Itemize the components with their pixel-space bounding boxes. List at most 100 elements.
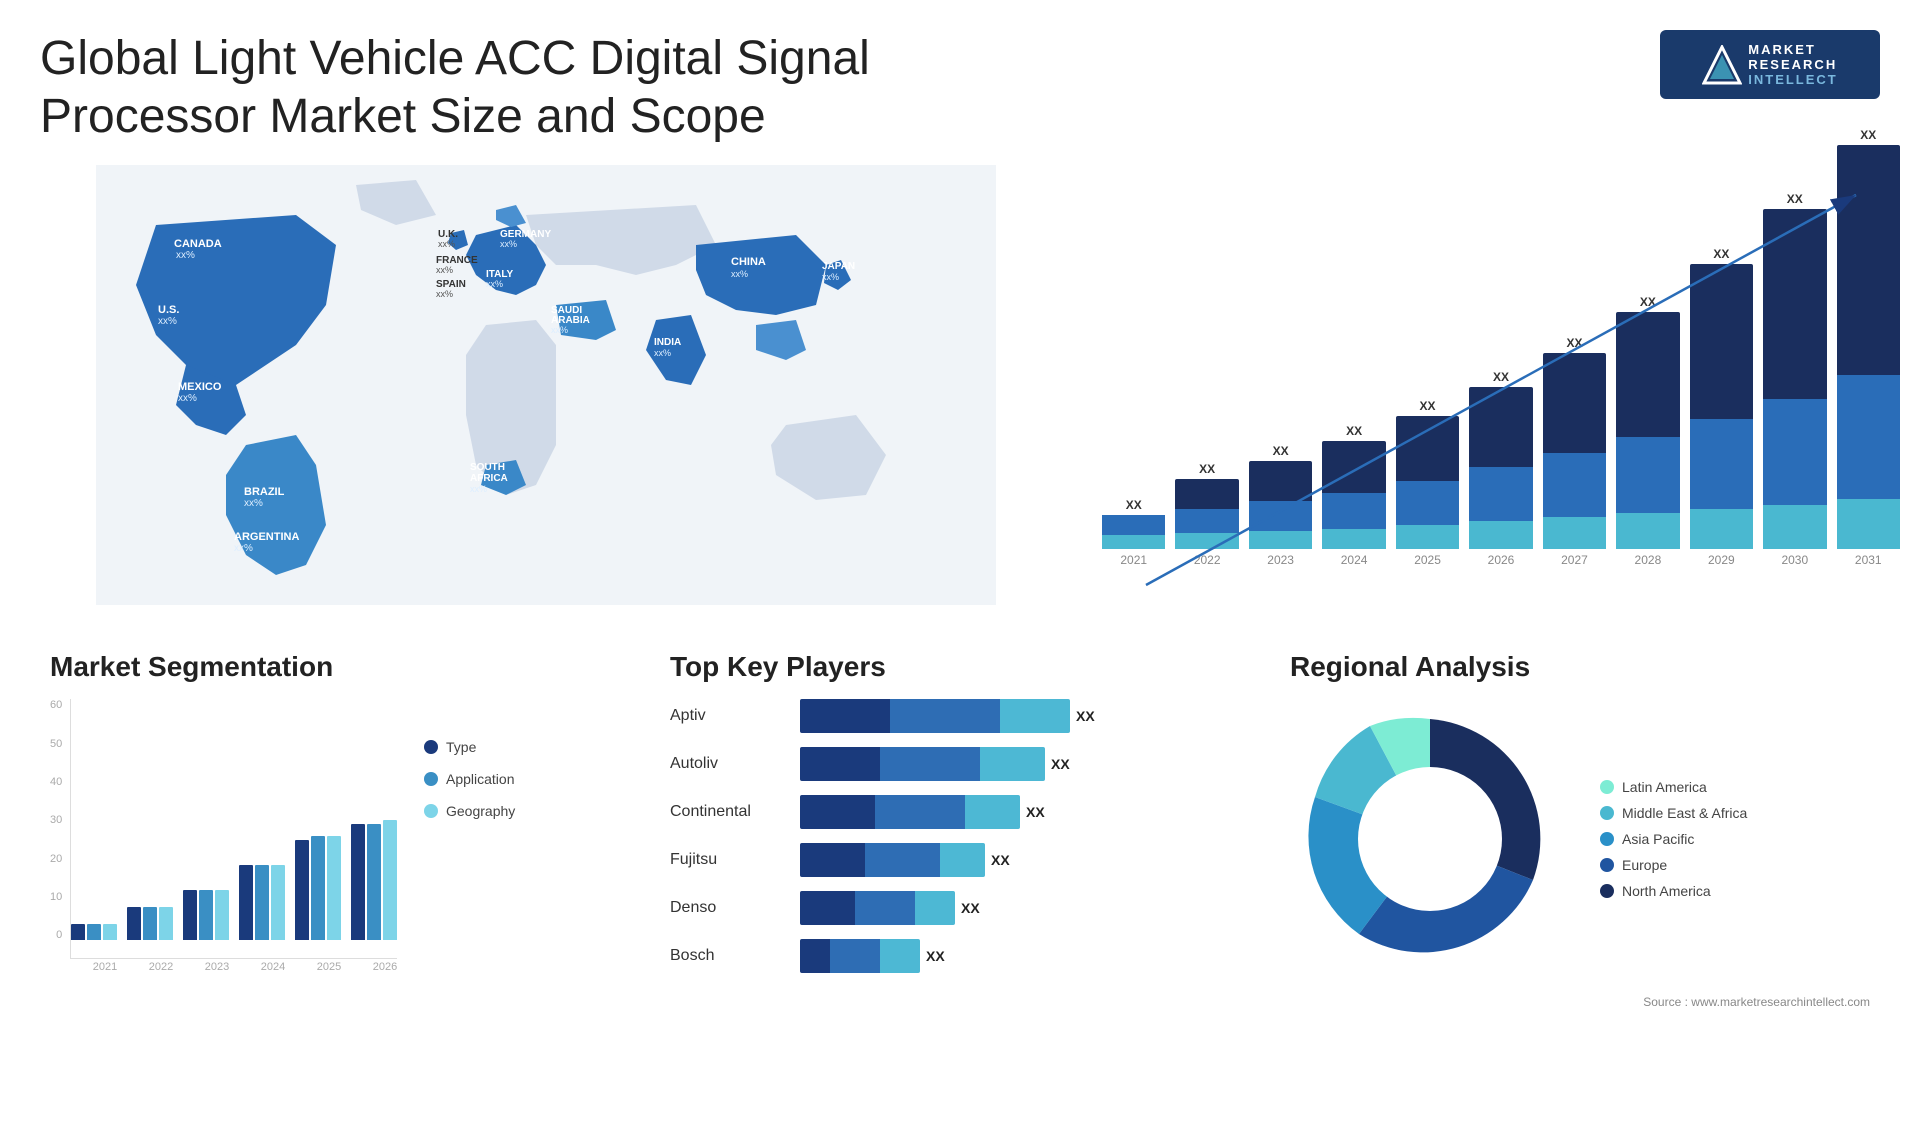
legend-geo-label: Geography bbox=[446, 803, 515, 819]
label-asia-pacific: Asia Pacific bbox=[1622, 831, 1694, 847]
bosch-seg2 bbox=[830, 939, 880, 973]
label-mexico: MEXICO bbox=[178, 381, 222, 393]
label-brazil: BRAZIL bbox=[244, 486, 285, 498]
bar-2022-seg1 bbox=[1175, 533, 1238, 549]
bar-group-2026: XX 2026 bbox=[1469, 370, 1532, 567]
donut-legend: Latin America Middle East & Africa Asia … bbox=[1600, 779, 1747, 899]
label-southafrica: SOUTH bbox=[470, 462, 505, 473]
player-name-denso: Denso bbox=[670, 899, 790, 917]
bar-group-2031: XX 2031 bbox=[1837, 128, 1900, 567]
continental-seg3 bbox=[965, 795, 1020, 829]
fujitsu-seg2 bbox=[865, 843, 940, 877]
player-bar-denso bbox=[800, 891, 955, 925]
player-val-autoliv: XX bbox=[1051, 756, 1070, 772]
player-bar-wrap-autoliv: XX bbox=[800, 747, 1250, 781]
seg-group-2021 bbox=[71, 924, 117, 940]
bar-2021-seg1 bbox=[1102, 535, 1165, 549]
x-label-2022: 2022 bbox=[138, 961, 184, 973]
autoliv-seg1 bbox=[800, 747, 880, 781]
header: Global Light Vehicle ACC Digital Signal … bbox=[40, 30, 1880, 145]
key-players-title: Top Key Players bbox=[670, 651, 1250, 683]
bar-group-2022: XX 2022 bbox=[1175, 462, 1238, 567]
bar-2023-seg3 bbox=[1249, 461, 1312, 501]
seg-bar-type-2023 bbox=[183, 890, 197, 940]
label-us: U.S. bbox=[158, 304, 179, 316]
bar-2021-seg2 bbox=[1102, 515, 1165, 535]
label-canada: CANADA bbox=[174, 238, 222, 250]
bar-2025-seg1 bbox=[1396, 525, 1459, 549]
logo: MARKET RESEARCH INTELLECT bbox=[1660, 30, 1880, 99]
legend-type: Type bbox=[424, 739, 515, 755]
player-val-aptiv: XX bbox=[1076, 708, 1095, 724]
bar-2022-seg2 bbox=[1175, 509, 1238, 533]
label-india-pct: xx% bbox=[654, 348, 671, 358]
bar-2030-seg3 bbox=[1763, 209, 1826, 399]
x-label-2026: 2026 bbox=[362, 961, 408, 973]
continental-seg2 bbox=[875, 795, 965, 829]
label-southafrica2: AFRICA bbox=[470, 473, 508, 484]
label-brazil-pct: xx% bbox=[244, 498, 263, 509]
regional-section: Regional Analysis bbox=[1280, 641, 1880, 1019]
label-canada-pct: xx% bbox=[176, 250, 195, 261]
label-mexico-pct: xx% bbox=[178, 393, 197, 404]
y-label-20: 20 bbox=[50, 853, 62, 865]
logo-line1: MARKET bbox=[1748, 42, 1838, 57]
player-bar-continental bbox=[800, 795, 1020, 829]
map-section: CANADA xx% U.S. xx% MEXICO xx% BRAZIL xx… bbox=[40, 165, 1052, 625]
legend-app-dot bbox=[424, 772, 438, 786]
bar-group-2024: XX 2024 bbox=[1322, 424, 1385, 567]
seg-bar-app-2023 bbox=[199, 890, 213, 940]
page: Global Light Vehicle ACC Digital Signal … bbox=[0, 0, 1920, 1146]
dot-mea bbox=[1600, 806, 1614, 820]
legend-application: Application bbox=[424, 771, 515, 787]
legend-mea: Middle East & Africa bbox=[1600, 805, 1747, 821]
player-bar-wrap-bosch: XX bbox=[800, 939, 1250, 973]
label-japan-pct: xx% bbox=[822, 272, 839, 282]
bar-2027-seg2 bbox=[1543, 453, 1606, 517]
x-label-2024: 2024 bbox=[250, 961, 296, 973]
seg-bar-app-2025 bbox=[311, 836, 325, 940]
seg-bar-geo-2023 bbox=[215, 890, 229, 940]
aptiv-seg3 bbox=[1000, 699, 1070, 733]
legend-geography: Geography bbox=[424, 803, 515, 819]
y-label-0: 0 bbox=[56, 929, 62, 941]
bar-2023-seg1 bbox=[1249, 531, 1312, 549]
player-row-denso: Denso XX bbox=[670, 891, 1250, 925]
segmentation-title: Market Segmentation bbox=[50, 651, 630, 683]
seg-group-2024 bbox=[239, 865, 285, 940]
donut-hole bbox=[1358, 767, 1502, 911]
bar-2027-seg3 bbox=[1543, 353, 1606, 453]
label-north-america: North America bbox=[1622, 883, 1711, 899]
world-map: CANADA xx% U.S. xx% MEXICO xx% BRAZIL xx… bbox=[40, 165, 1052, 605]
segmentation-section: Market Segmentation 60 50 40 30 20 10 0 bbox=[40, 641, 640, 1019]
legend-asia-pacific: Asia Pacific bbox=[1600, 831, 1747, 847]
donut-container: Latin America Middle East & Africa Asia … bbox=[1290, 699, 1870, 979]
dot-latin-america bbox=[1600, 780, 1614, 794]
logo-icon bbox=[1702, 45, 1742, 85]
bar-2023-seg2 bbox=[1249, 501, 1312, 531]
label-china: CHINA bbox=[731, 256, 766, 268]
bar-2027-seg1 bbox=[1543, 517, 1606, 549]
player-row-autoliv: Autoliv XX bbox=[670, 747, 1250, 781]
bar-group-2021: XX 2021 bbox=[1102, 498, 1165, 567]
bar-2026-seg1 bbox=[1469, 521, 1532, 549]
label-india: INDIA bbox=[654, 337, 681, 348]
y-label-30: 30 bbox=[50, 814, 62, 826]
autoliv-seg2 bbox=[880, 747, 980, 781]
player-bar-bosch bbox=[800, 939, 920, 973]
label-latin-america: Latin America bbox=[1622, 779, 1707, 795]
seg-bar-geo-2022 bbox=[159, 907, 173, 940]
denso-seg2 bbox=[855, 891, 915, 925]
denso-seg3 bbox=[915, 891, 955, 925]
seg-bar-type-2024 bbox=[239, 865, 253, 940]
label-spain-pct: xx% bbox=[436, 289, 453, 299]
seg-group-2023 bbox=[183, 890, 229, 940]
bar-group-2028: XX 2028 bbox=[1616, 295, 1679, 567]
bar-group-2027: XX 2027 bbox=[1543, 336, 1606, 567]
player-val-continental: XX bbox=[1026, 804, 1045, 820]
donut-chart bbox=[1290, 699, 1570, 979]
seg-bar-geo-2025 bbox=[327, 836, 341, 940]
label-us-pct: xx% bbox=[158, 316, 177, 327]
y-label-60: 60 bbox=[50, 699, 62, 711]
label-argentina-pct: xx% bbox=[234, 543, 253, 554]
